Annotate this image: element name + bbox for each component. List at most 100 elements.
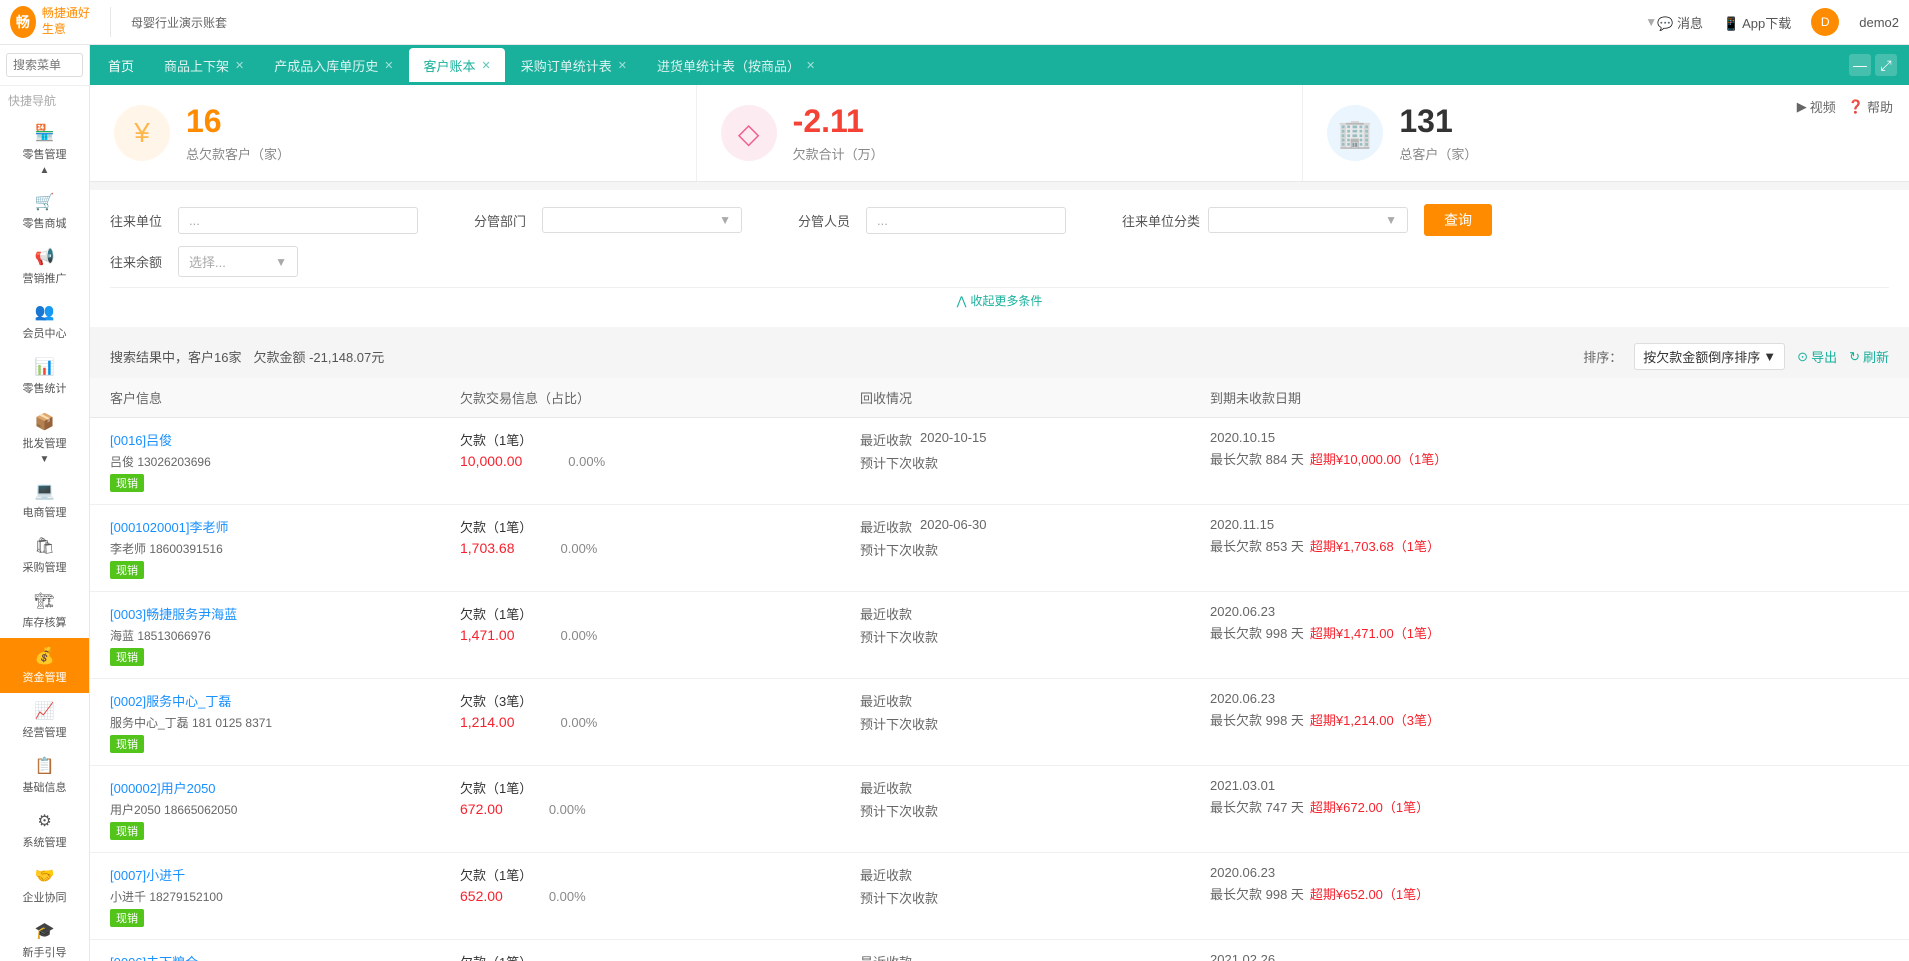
overdue-link-4[interactable]: 超期¥672.00（1笔） [1310, 797, 1429, 816]
video-btn[interactable]: ▶ 视频 [1797, 97, 1836, 116]
retail-store-icon: 🛒 [35, 192, 55, 212]
customer-info-0: [0016]吕俊 吕俊 13026203696 现销 [110, 430, 460, 492]
refresh-button[interactable]: ↻ 刷新 [1849, 347, 1889, 366]
tab-purchase-order[interactable]: 采购订单统计表 ✕ [507, 48, 641, 82]
finance-icon: 💰 [35, 646, 55, 666]
corp-coop-icon: 🤝 [35, 866, 55, 886]
help-btn[interactable]: ❓ 帮助 [1848, 97, 1893, 116]
debt-percent-1: 0.00% [561, 541, 598, 556]
member-icon: 👥 [35, 302, 55, 322]
debt-count-1: 欠款（1笔） [460, 517, 860, 536]
tab-close-purchase-order[interactable]: ✕ [618, 59, 627, 72]
tab-customer-account[interactable]: 客户账本 ✕ [409, 48, 504, 82]
minimize-btn[interactable]: — [1849, 54, 1871, 76]
customer-name-4[interactable]: [000002]用户2050 [110, 778, 460, 797]
due-info-4: 2021.03.01 最长欠款 747 天 超期¥672.00（1笔） [1210, 778, 1889, 816]
sidebar-item-retail-store[interactable]: 🛒 零售商城 [0, 184, 89, 239]
brand-dropdown[interactable]: ▼ [1645, 15, 1657, 29]
debt-info-4: 欠款（1笔） 672.00 0.00% [460, 778, 860, 817]
tab-product-history[interactable]: 产成品入库单历史 ✕ [260, 48, 407, 82]
customer-name-3[interactable]: [0002]服务中心_丁磊 [110, 691, 460, 710]
customer-name-1[interactable]: [0001020001]李老师 [110, 517, 460, 536]
sidebar-item-label: 新手引导 [23, 944, 67, 960]
retail-mgmt-icon: 🏪 [35, 123, 55, 143]
sidebar-item-inventory[interactable]: 🏗 库存核算 [0, 583, 89, 638]
customer-name-0[interactable]: [0016]吕俊 [110, 430, 460, 449]
due-info-2: 2020.06.23 最长欠款 998 天 超期¥1,471.00（1笔） [1210, 604, 1889, 642]
sidebar-item-purchase[interactable]: 🛍 采购管理 [0, 528, 89, 583]
sidebar-item-system[interactable]: ⚙ 系统管理 [0, 803, 89, 858]
username[interactable]: demo2 [1859, 15, 1899, 30]
sidebar-item-label: 电商管理 [23, 504, 67, 520]
basic-info-icon: 📋 [35, 756, 55, 776]
往来单位分类-select[interactable]: ▼ [1208, 207, 1408, 233]
sidebar-item-ecommerce[interactable]: 💻 电商管理 [0, 473, 89, 528]
system-icon: ⚙ [37, 811, 51, 831]
table-row: [0006]去下粮仓 陈小册 现销 欠款（1笔） 455.90 0.00% [90, 940, 1909, 961]
col-debt-info: 欠款交易信息（占比） [460, 388, 860, 407]
分管人员-label: 分管人员 [798, 211, 858, 230]
customer-name-6[interactable]: [0006]去下粮仓 [110, 952, 460, 961]
sidebar-item-label: 系统管理 [23, 834, 67, 850]
col-due-date: 到期未收款日期 [1210, 388, 1889, 407]
customer-name-2[interactable]: [0003]畅捷服务尹海蓝 [110, 604, 460, 623]
tab-close-customer-account[interactable]: ✕ [482, 59, 491, 72]
customer-tag-4: 现销 [110, 822, 144, 840]
filter-section: 往来单位 ... 分管部门 ▼ [90, 190, 1909, 327]
customer-info-6: [0006]去下粮仓 陈小册 现销 [110, 952, 460, 961]
debt-count-0: 欠款（1笔） [460, 430, 860, 449]
sidebar-item-corp-coop[interactable]: 🤝 企业协同 [0, 858, 89, 913]
overdue-link-5[interactable]: 超期¥652.00（1笔） [1310, 884, 1429, 903]
return-info-2: 最近收款 预计下次收款 [860, 604, 1210, 646]
往来单位-input[interactable]: ... [178, 207, 418, 234]
overdue-link-0[interactable]: 超期¥10,000.00（1笔） [1310, 449, 1447, 468]
avatar[interactable]: D [1811, 8, 1839, 36]
sidebar-item-retail-stat[interactable]: 📊 零售统计 [0, 349, 89, 404]
overdue-link-2[interactable]: 超期¥1,471.00（1笔） [1310, 623, 1440, 642]
tab-close-purchase-stat[interactable]: ✕ [806, 59, 815, 72]
customer-phone-5: 小进千 18279152100 [110, 888, 460, 905]
batch-mgmt-icon: 📦 [35, 412, 55, 432]
分管人员-input[interactable]: ... [866, 207, 1066, 234]
sidebar-item-finance[interactable]: 💰 资金管理 [0, 638, 89, 693]
customer-name-5[interactable]: [0007]小进千 [110, 865, 460, 884]
sidebar-item-newbie[interactable]: 🎓 新手引导 [0, 913, 89, 961]
maximize-btn[interactable]: ⤢ [1875, 54, 1897, 76]
debt-info-0: 欠款（1笔） 10,000.00 0.00% [460, 430, 860, 469]
tab-close-product-history[interactable]: ✕ [384, 59, 393, 72]
sidebar-item-member[interactable]: 👥 会员中心 [0, 294, 89, 349]
debt-info-5: 欠款（1笔） 652.00 0.00% [460, 865, 860, 904]
search-input[interactable] [6, 53, 83, 77]
table-row: [0007]小进千 小进千 18279152100 现销 欠款（1笔） 652.… [90, 853, 1909, 940]
customer-info-2: [0003]畅捷服务尹海蓝 海蓝 18513066976 现销 [110, 604, 460, 666]
app-download-btn[interactable]: 📱 App下载 [1723, 13, 1791, 32]
tab-bar: 首页 商品上下架 ✕ 产成品入库单历史 ✕ 客户账本 ✕ 采购订单统计表 ✕ [90, 45, 1909, 85]
tab-home[interactable]: 首页 [94, 48, 148, 82]
sort-button[interactable]: 按欠款金额倒序排序 ▼ [1634, 343, 1785, 370]
results-count: 搜索结果中，客户16家 [110, 347, 241, 366]
tab-product-status[interactable]: 商品上下架 ✕ [150, 48, 258, 82]
col-return-info: 回收情况 [860, 388, 1210, 407]
overdue-link-3[interactable]: 超期¥1,214.00（3笔） [1310, 710, 1440, 729]
sidebar-item-batch-mgmt[interactable]: 📦 批发管理 ▼ [0, 404, 89, 473]
overdue-link-1[interactable]: 超期¥1,703.68（1笔） [1310, 536, 1440, 555]
tab-close-product-status[interactable]: ✕ [235, 59, 244, 72]
chevron-down-icon: ▼ [1763, 349, 1776, 364]
sidebar-item-retail-mgmt[interactable]: 🏪 零售管理 ▲ [0, 115, 89, 184]
sidebar-item-operation[interactable]: 📈 经营管理 [0, 693, 89, 748]
collapse-btn[interactable]: ⋀ 收起更多条件 [957, 292, 1043, 309]
search-button[interactable]: 查询 [1424, 204, 1492, 236]
tab-purchase-stat[interactable]: 进货单统计表（按商品） ✕ [643, 48, 829, 82]
debt-customers-icon: ¥ [114, 105, 170, 161]
余额-select[interactable]: 选择... ▼ [178, 246, 298, 277]
sidebar-item-label: 采购管理 [23, 559, 67, 575]
sidebar-item-basic-info[interactable]: 📋 基础信息 [0, 748, 89, 803]
分管部门-select[interactable]: ▼ [542, 207, 742, 233]
debt-count-2: 欠款（1笔） [460, 604, 860, 623]
customer-phone-4: 用户2050 18665062050 [110, 801, 460, 818]
newbie-icon: 🎓 [35, 921, 55, 941]
table-row: [0002]服务中心_丁磊 服务中心_丁磊 181 0125 8371 现销 欠… [90, 679, 1909, 766]
export-button[interactable]: ⊙ 导出 [1797, 347, 1837, 366]
message-btn[interactable]: 💬 消息 [1657, 13, 1703, 32]
sidebar-item-marketing[interactable]: 📢 营销推广 [0, 239, 89, 294]
